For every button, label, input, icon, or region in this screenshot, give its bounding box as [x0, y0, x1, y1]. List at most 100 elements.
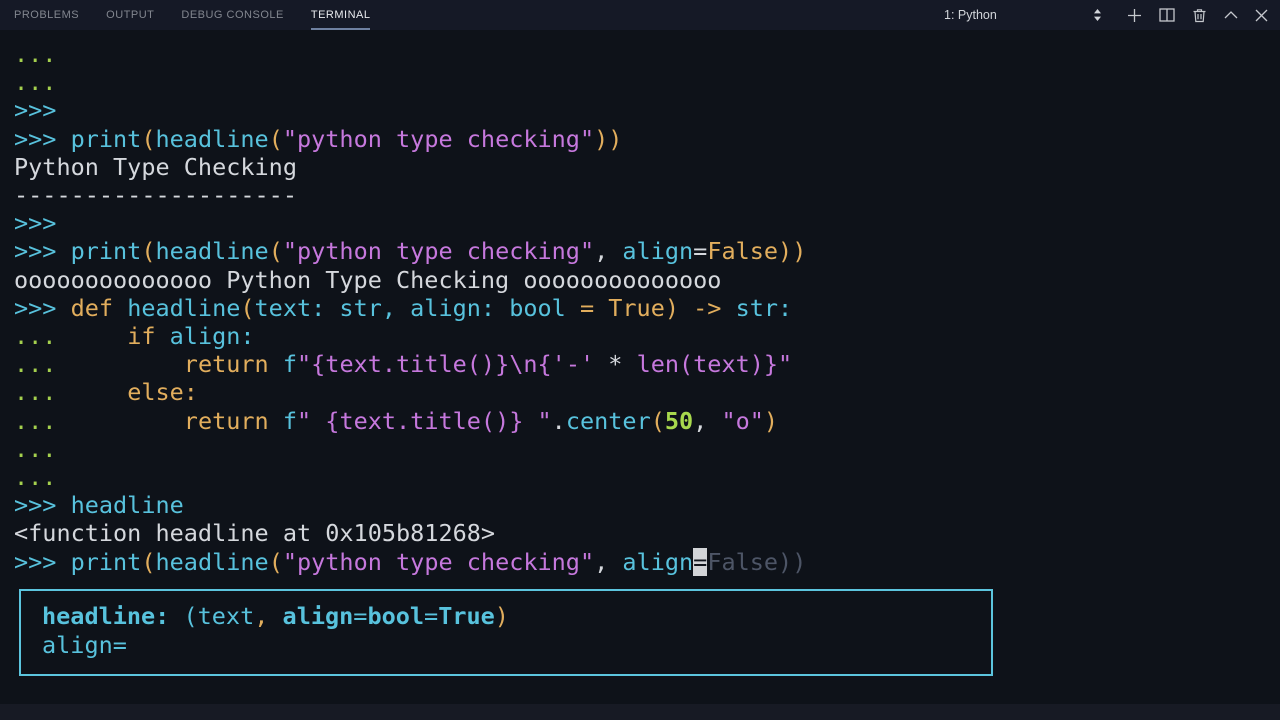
code-segment: align — [622, 237, 693, 265]
terminal-output[interactable]: ......>>>>>> print(headline("python type… — [0, 30, 1280, 576]
select-updown-icon — [1093, 8, 1102, 22]
terminal-selector[interactable]: 1: Python — [944, 8, 1102, 22]
code-segment: >>> headline — [14, 491, 184, 519]
code-segment: ( — [651, 407, 665, 435]
split-terminal-icon[interactable] — [1159, 8, 1175, 22]
terminal-line: >>> — [14, 96, 1280, 124]
code-segment: headline — [156, 548, 269, 576]
code-segment: "python type checking" — [283, 125, 594, 153]
code-segment: = — [693, 237, 707, 265]
code-segment: <function headline at 0x105b81268> — [14, 519, 495, 547]
code-segment: ) — [495, 602, 509, 630]
code-segment: "o" — [721, 407, 763, 435]
code-segment: 50 — [665, 407, 693, 435]
panel-tabs: PROBLEMS OUTPUT DEBUG CONSOLE TERMINAL — [14, 0, 370, 30]
code-segment — [56, 407, 183, 435]
code-segment: ( — [240, 294, 254, 322]
code-segment: >>> — [14, 96, 56, 124]
code-segment: ... — [14, 378, 56, 406]
terminal-line: ... — [14, 435, 1280, 463]
code-segment: ( — [141, 237, 155, 265]
panel-tab-terminal[interactable]: TERMINAL — [311, 0, 371, 30]
code-segment: False)) — [707, 237, 806, 265]
terminal-line: >>> print(headline("python type checking… — [14, 125, 1280, 153]
code-segment: def — [71, 294, 128, 322]
code-segment — [268, 602, 282, 630]
close-panel-icon[interactable] — [1255, 9, 1268, 22]
terminal-line: ... — [14, 463, 1280, 491]
code-segment: headline — [127, 294, 240, 322]
maximize-panel-chevron-up-icon[interactable] — [1224, 11, 1238, 19]
code-segment: = — [424, 602, 438, 630]
code-segment: (text — [169, 602, 254, 630]
code-segment: >>> print — [14, 237, 141, 265]
code-segment: ) — [764, 407, 778, 435]
code-segment: True — [438, 602, 495, 630]
code-segment: ... — [14, 407, 56, 435]
code-segment: -------------------- — [14, 181, 297, 209]
terminal-line: >>> headline — [14, 491, 1280, 519]
code-segment: , — [693, 407, 721, 435]
code-segment: ( — [269, 125, 283, 153]
code-segment: ... — [14, 68, 56, 96]
code-segment: align — [622, 548, 693, 576]
terminal-line: ... — [14, 40, 1280, 68]
code-segment: ... — [14, 40, 56, 68]
code-segment: center — [566, 407, 651, 435]
terminal-line: <function headline at 0x105b81268> — [14, 519, 1280, 547]
code-segment: oooooooooooooo Python Type Checking oooo… — [14, 266, 721, 294]
code-segment: align: — [170, 322, 255, 350]
code-segment: ... — [14, 463, 56, 491]
terminal-selector-label: 1: Python — [944, 8, 997, 22]
code-segment — [56, 378, 127, 406]
code-segment: ( — [269, 548, 283, 576]
terminal-line: >>> — [14, 209, 1280, 237]
code-segment: >>> — [14, 294, 71, 322]
code-segment: * — [608, 350, 622, 378]
terminal-line: ... — [14, 68, 1280, 96]
code-segment: headline — [156, 125, 269, 153]
code-segment: ( — [141, 548, 155, 576]
code-segment: " {text.title()} " — [297, 407, 552, 435]
code-segment: Python Type Checking — [14, 153, 297, 181]
code-segment: , — [594, 237, 622, 265]
code-segment — [56, 350, 183, 378]
terminal-line: ... return f" {text.title()} ".center(50… — [14, 407, 1280, 435]
code-segment: = True) -> — [580, 294, 736, 322]
code-segment: ( — [141, 125, 155, 153]
code-segment: if — [127, 322, 169, 350]
code-segment: len(text)}" — [622, 350, 792, 378]
panel-tab-output[interactable]: OUTPUT — [106, 0, 154, 30]
code-segment: "python type checking" — [283, 548, 594, 576]
terminal-line: ... return f"{text.title()}\n{'-' * len(… — [14, 350, 1280, 378]
code-segment: headline — [156, 237, 269, 265]
code-segment: = — [353, 602, 367, 630]
code-segment: return — [184, 407, 283, 435]
panel-tab-problems[interactable]: PROBLEMS — [14, 0, 79, 30]
code-segment: ... — [14, 435, 56, 463]
new-terminal-plus-icon[interactable] — [1127, 8, 1142, 23]
terminal-cursor: = — [693, 548, 707, 576]
bottom-strip — [0, 704, 1280, 720]
code-segment: text: str, align: bool — [255, 294, 580, 322]
code-segment: headline: — [42, 602, 169, 630]
terminal-line: ... else: — [14, 378, 1280, 406]
terminal-toolbar: 1: Python — [944, 0, 1268, 30]
tooltip-line: headline: (text, align=bool=True) — [42, 602, 991, 631]
code-segment: "python type checking" — [283, 237, 594, 265]
panel-tab-bar: PROBLEMS OUTPUT DEBUG CONSOLE TERMINAL 1: P… — [0, 0, 1280, 30]
code-segment: , — [254, 602, 268, 630]
kill-terminal-trash-icon[interactable] — [1192, 8, 1207, 23]
code-segment: "{text.title()}\n{'-' — [297, 350, 608, 378]
code-segment: >>> print — [14, 548, 141, 576]
code-segment: )) — [594, 125, 622, 153]
code-segment: >>> print — [14, 125, 141, 153]
autocomplete-tooltip: headline: (text, align=bool=True)align= — [19, 589, 993, 676]
code-segment: f — [283, 350, 297, 378]
code-segment: ( — [269, 237, 283, 265]
panel-tab-debug-console[interactable]: DEBUG CONSOLE — [181, 0, 283, 30]
tooltip-line: align= — [42, 631, 991, 660]
code-segment — [56, 322, 127, 350]
terminal-line: ... if align: — [14, 322, 1280, 350]
terminal-line: -------------------- — [14, 181, 1280, 209]
